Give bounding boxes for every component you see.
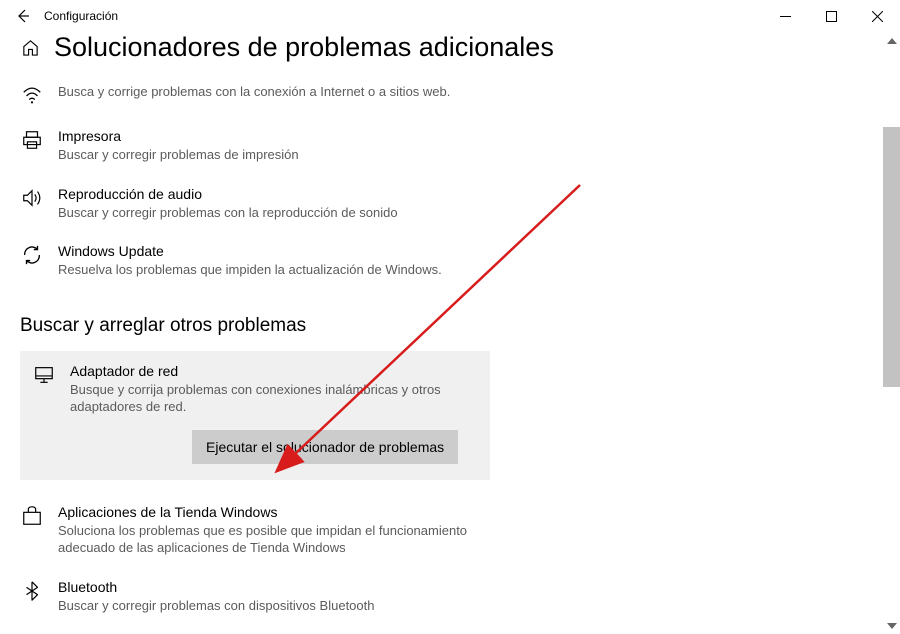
troubleshooter-desc: Resuelva los problemas que impiden la ac… [58, 261, 490, 279]
troubleshooter-desc: Soluciona los problemas que es posible q… [58, 522, 490, 557]
troubleshooter-title: Adaptador de red [70, 363, 478, 379]
troubleshooter-desc: Buscar y corregir problemas con disposit… [58, 597, 490, 615]
maximize-icon [826, 11, 837, 22]
titlebar: Configuración [0, 0, 900, 32]
troubleshooter-audio[interactable]: Reproducción de audio Buscar y corregir … [20, 178, 490, 230]
troubleshooter-bluetooth[interactable]: Bluetooth Buscar y corregir problemas co… [20, 571, 490, 623]
troubleshooter-title: Windows Update [58, 243, 490, 259]
arrow-left-icon [15, 8, 31, 24]
close-button[interactable] [854, 1, 900, 31]
troubleshooter-printer[interactable]: Impresora Buscar y corregir problemas de… [20, 120, 490, 172]
content-area: Solucionadores de problemas adicionales … [0, 32, 900, 634]
close-icon [872, 11, 883, 22]
window-controls [762, 1, 900, 31]
troubleshooter-desc: Buscar y corregir problemas con la repro… [58, 204, 490, 222]
troubleshooter-title: Bluetooth [58, 579, 490, 595]
scroll-down-arrow[interactable] [883, 617, 900, 634]
troubleshooter-update[interactable]: Windows Update Resuelva los problemas qu… [20, 235, 490, 287]
troubleshooter-network-selected[interactable]: Adaptador de red Busque y corrija proble… [20, 351, 490, 480]
home-icon[interactable] [20, 38, 40, 58]
troubleshooter-title: Reproducción de audio [58, 186, 490, 202]
troubleshooter-desc: Busque y corrija problemas con conexione… [70, 381, 478, 416]
maximize-button[interactable] [808, 1, 854, 31]
network-icon [32, 363, 56, 416]
app-title: Configuración [44, 9, 118, 23]
minimize-button[interactable] [762, 1, 808, 31]
scroll-thumb[interactable] [883, 127, 900, 387]
troubleshooter-desc: Buscar y corregir problemas de impresión [58, 146, 490, 164]
page-header: Solucionadores de problemas adicionales [20, 32, 880, 63]
wifi-icon [20, 83, 44, 106]
store-icon [20, 504, 44, 557]
troubleshooter-internet[interactable]: Busca y corrige problemas con la conexió… [20, 75, 490, 114]
printer-icon [20, 128, 44, 164]
scrollbar[interactable] [883, 32, 900, 634]
audio-icon [20, 186, 44, 222]
troubleshooter-store[interactable]: Aplicaciones de la Tienda Windows Soluci… [20, 496, 490, 565]
scroll-up-arrow[interactable] [883, 32, 900, 49]
troubleshooter-title: Impresora [58, 128, 490, 144]
run-troubleshooter-button[interactable]: Ejecutar el solucionador de problemas [192, 430, 458, 464]
page-title: Solucionadores de problemas adicionales [54, 32, 554, 63]
back-button[interactable] [8, 1, 38, 31]
update-icon [20, 243, 44, 279]
minimize-icon [780, 11, 791, 22]
troubleshooter-network: Adaptador de red Busque y corrija proble… [32, 363, 478, 416]
troubleshooter-title: Aplicaciones de la Tienda Windows [58, 504, 490, 520]
troubleshooter-desc: Busca y corrige problemas con la conexió… [58, 83, 490, 101]
section-heading: Buscar y arreglar otros problemas [20, 315, 880, 337]
bluetooth-icon [20, 579, 44, 615]
